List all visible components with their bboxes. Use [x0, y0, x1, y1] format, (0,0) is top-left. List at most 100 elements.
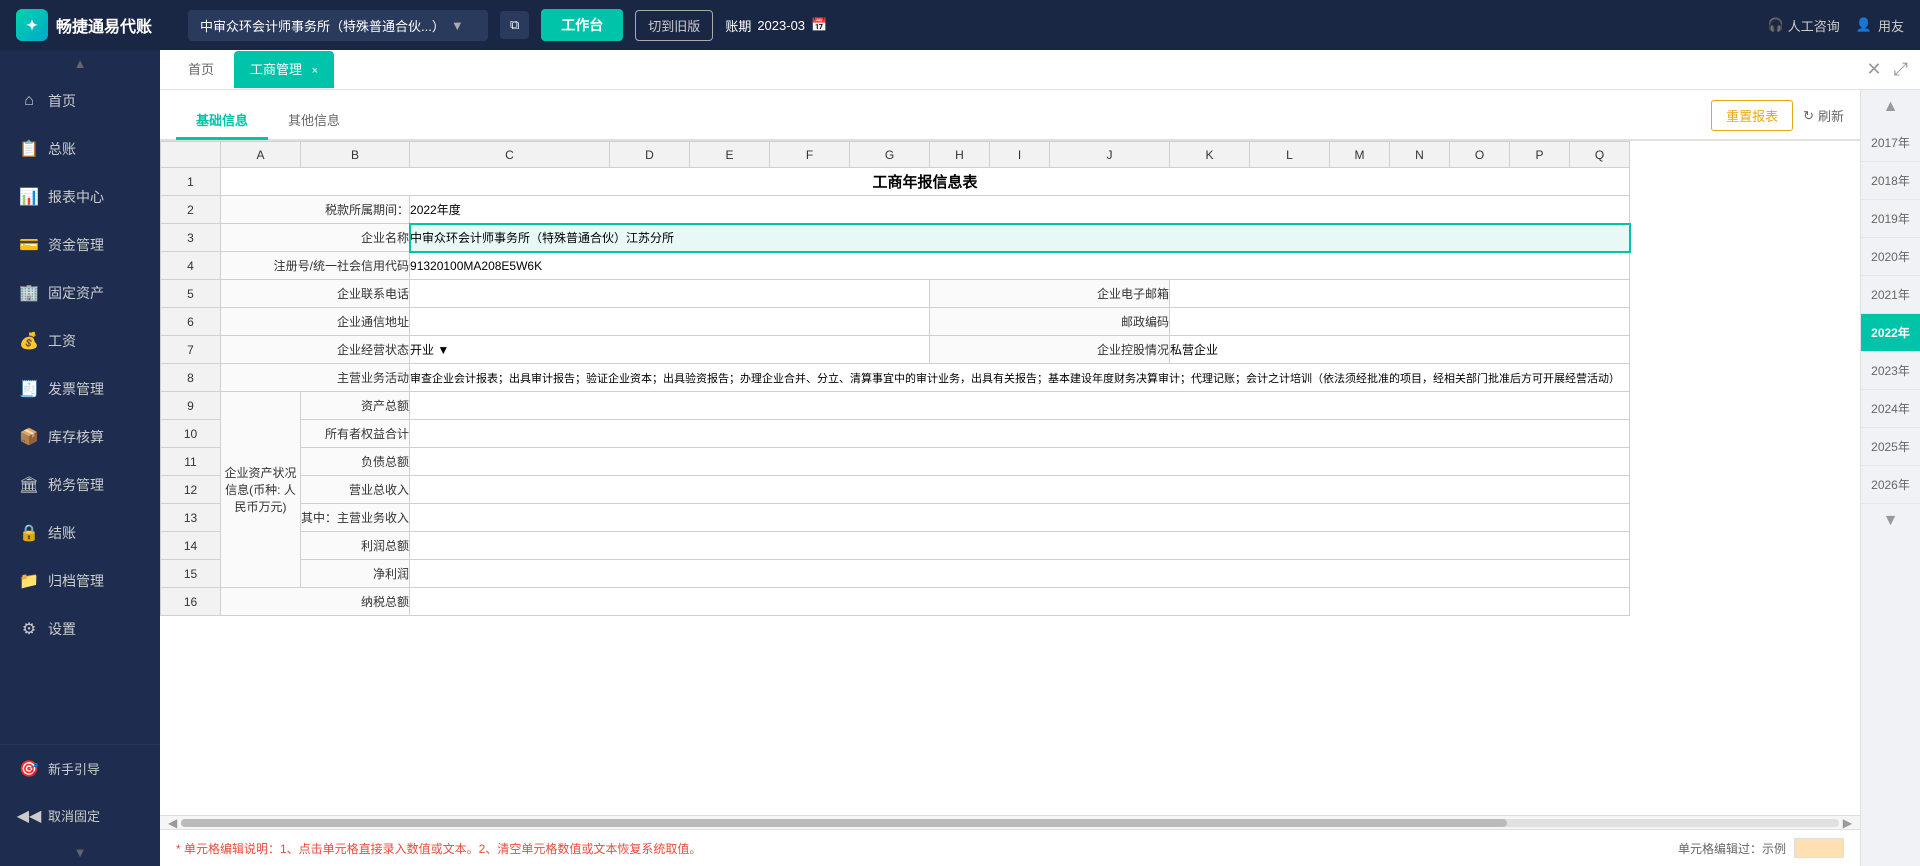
sub-tab-other-label: 其他信息	[288, 113, 340, 128]
sidebar-label-tax: 税务管理	[48, 475, 104, 495]
cell-title[interactable]: 工商年报信息表	[221, 168, 1630, 196]
corner-cell	[161, 142, 221, 168]
horizontal-scrollbar[interactable]: ◀ ▶	[160, 815, 1860, 829]
workbench-button[interactable]: 工作台	[541, 9, 623, 41]
cell-13-value[interactable]	[410, 504, 1630, 532]
row-num-12: 12	[161, 476, 221, 504]
tab-home-label: 首页	[188, 62, 214, 77]
year-2022[interactable]: 2022年	[1861, 314, 1920, 352]
sidebar-label-fund: 资金管理	[48, 235, 104, 255]
sidebar-item-stock[interactable]: 📦 库存核算	[0, 413, 160, 461]
year-scroll-up[interactable]: ▲	[1879, 90, 1903, 124]
calendar-icon[interactable]: 📅	[811, 17, 827, 33]
col-header-p: P	[1510, 142, 1570, 168]
sidebar-item-fund[interactable]: 💳 资金管理	[0, 221, 160, 269]
cell-8-value[interactable]: 审查企业会计报表；出具审计报告；验证企业资本；出具验资报告；办理企业合并、分立、…	[410, 364, 1630, 392]
sidebar-item-archive[interactable]: 📁 归档管理	[0, 557, 160, 605]
sidebar-item-report[interactable]: 📊 报表中心	[0, 173, 160, 221]
close-accounts-icon: 🔒	[20, 524, 38, 542]
sidebar-scroll-up[interactable]: ▲	[0, 50, 160, 77]
year-2019[interactable]: 2019年	[1861, 200, 1920, 238]
sidebar-item-newbie[interactable]: 🎯 新手引导	[0, 745, 160, 792]
sidebar-item-tax[interactable]: 🏛 税务管理	[0, 461, 160, 509]
tab-industrial[interactable]: 工商管理 ×	[234, 51, 334, 88]
cell-7-control-value[interactable]: 私营企业	[1170, 336, 1630, 364]
col-header-g: G	[850, 142, 930, 168]
year-2018[interactable]: 2018年	[1861, 162, 1920, 200]
col-header-a: A	[221, 142, 301, 168]
year-2025[interactable]: 2025年	[1861, 428, 1920, 466]
cell-2-value[interactable]: 2022年度	[410, 196, 1630, 224]
refresh-button[interactable]: ↻ 刷新	[1803, 106, 1844, 125]
year-2021[interactable]: 2021年	[1861, 276, 1920, 314]
cell-7-status-value[interactable]: 开业 ▼	[410, 336, 930, 364]
sidebar-label-report: 报表中心	[48, 187, 104, 207]
year-panel: ▲ 2017年 2018年 2019年 2020年 2021年 2022年 20…	[1860, 90, 1920, 866]
sidebar-item-salary[interactable]: 💰 工资	[0, 317, 160, 365]
cell-9-value[interactable]	[410, 392, 1630, 420]
col-header-m: M	[1330, 142, 1390, 168]
col-header-j: J	[1050, 142, 1170, 168]
user-label: 用友	[1878, 16, 1904, 35]
hint-text: * 单元格编辑说明：1、点击单元格直接录入数值或文本。2、清空单元格数值或文本恢…	[176, 840, 701, 857]
sub-tab-basic[interactable]: 基础信息	[176, 102, 268, 140]
cell-9-label: 资产总额	[301, 392, 410, 420]
company-name: 中审众环会计师事务所（特殊普通合伙...）	[200, 16, 445, 35]
stock-icon: 📦	[20, 428, 38, 446]
expand-window-button[interactable]: ⤢	[1894, 59, 1908, 80]
sidebar-item-close[interactable]: 🔒 结账	[0, 509, 160, 557]
tab-close-icon[interactable]: ×	[312, 65, 318, 77]
cell-12-value[interactable]	[410, 476, 1630, 504]
cell-4-value[interactable]: 91320100MA208E5W6K	[410, 252, 1630, 280]
cell-13-label: 其中：主营业务收入	[301, 504, 410, 532]
year-2017[interactable]: 2017年	[1861, 124, 1920, 162]
sidebar-item-asset[interactable]: 🏢 固定资产	[0, 269, 160, 317]
col-header-k: K	[1170, 142, 1250, 168]
cell-6-address[interactable]	[410, 308, 930, 336]
cell-15-value[interactable]	[410, 560, 1630, 588]
table-row: 12 营业总收入	[161, 476, 1630, 504]
col-header-l: L	[1250, 142, 1330, 168]
row-num-5: 5	[161, 280, 221, 308]
year-scroll-down[interactable]: ▼	[1879, 504, 1903, 538]
sidebar-item-home[interactable]: ⌂ 首页	[0, 77, 160, 125]
service-button[interactable]: 🎧 人工咨询	[1768, 16, 1840, 35]
cell-5-phone[interactable]	[410, 280, 930, 308]
sidebar-item-settings[interactable]: ⚙ 设置	[0, 605, 160, 653]
cell-6-zip[interactable]	[1170, 308, 1630, 336]
scroll-left-icon[interactable]: ◀	[164, 816, 181, 830]
scroll-thumb[interactable]	[181, 819, 1507, 827]
unpin-icon: ◀◀	[20, 807, 38, 825]
cell-11-value[interactable]	[410, 448, 1630, 476]
old-version-button[interactable]: 切到旧版	[635, 10, 713, 41]
sidebar-label-invoice: 发票管理	[48, 379, 104, 399]
reset-report-button[interactable]: 重置报表	[1711, 100, 1793, 131]
sidebar-item-unpin[interactable]: ◀◀ 取消固定	[0, 792, 160, 839]
sidebar-label-home: 首页	[48, 91, 76, 111]
year-2026[interactable]: 2026年	[1861, 466, 1920, 504]
cell-5-email[interactable]	[1170, 280, 1630, 308]
year-2020[interactable]: 2020年	[1861, 238, 1920, 276]
sidebar-item-invoice[interactable]: 🧾 发票管理	[0, 365, 160, 413]
table-row: 2 税款所属期间： 2022年度	[161, 196, 1630, 224]
scroll-track[interactable]	[181, 819, 1839, 827]
cell-16-value[interactable]	[410, 588, 1630, 616]
year-2024[interactable]: 2024年	[1861, 390, 1920, 428]
main-content: 基础信息 其他信息 重置报表 ↻ 刷新	[160, 90, 1920, 866]
copy-button[interactable]: ⧉	[500, 11, 529, 39]
cell-10-value[interactable]	[410, 420, 1630, 448]
cell-14-value[interactable]	[410, 532, 1630, 560]
close-window-button[interactable]: ✕	[1867, 59, 1882, 80]
row-num-7: 7	[161, 336, 221, 364]
cell-5-email-label: 企业电子邮箱	[930, 280, 1170, 308]
scroll-right-icon[interactable]: ▶	[1839, 816, 1856, 830]
sub-tab-other[interactable]: 其他信息	[268, 102, 360, 140]
year-2023[interactable]: 2023年	[1861, 352, 1920, 390]
user-area[interactable]: 👤 用友	[1856, 16, 1904, 35]
sidebar-scroll-down[interactable]: ▼	[0, 839, 160, 866]
tab-home[interactable]: 首页	[172, 51, 230, 88]
spreadsheet-wrapper[interactable]: A B C D E F G H I J K L	[160, 141, 1860, 815]
company-selector[interactable]: 中审众环会计师事务所（特殊普通合伙...） ▼	[188, 10, 488, 41]
cell-3-value[interactable]: 中审众环会计师事务所（特殊普通合伙）江苏分所	[410, 224, 1630, 252]
sidebar-item-ledger[interactable]: 📋 总账	[0, 125, 160, 173]
